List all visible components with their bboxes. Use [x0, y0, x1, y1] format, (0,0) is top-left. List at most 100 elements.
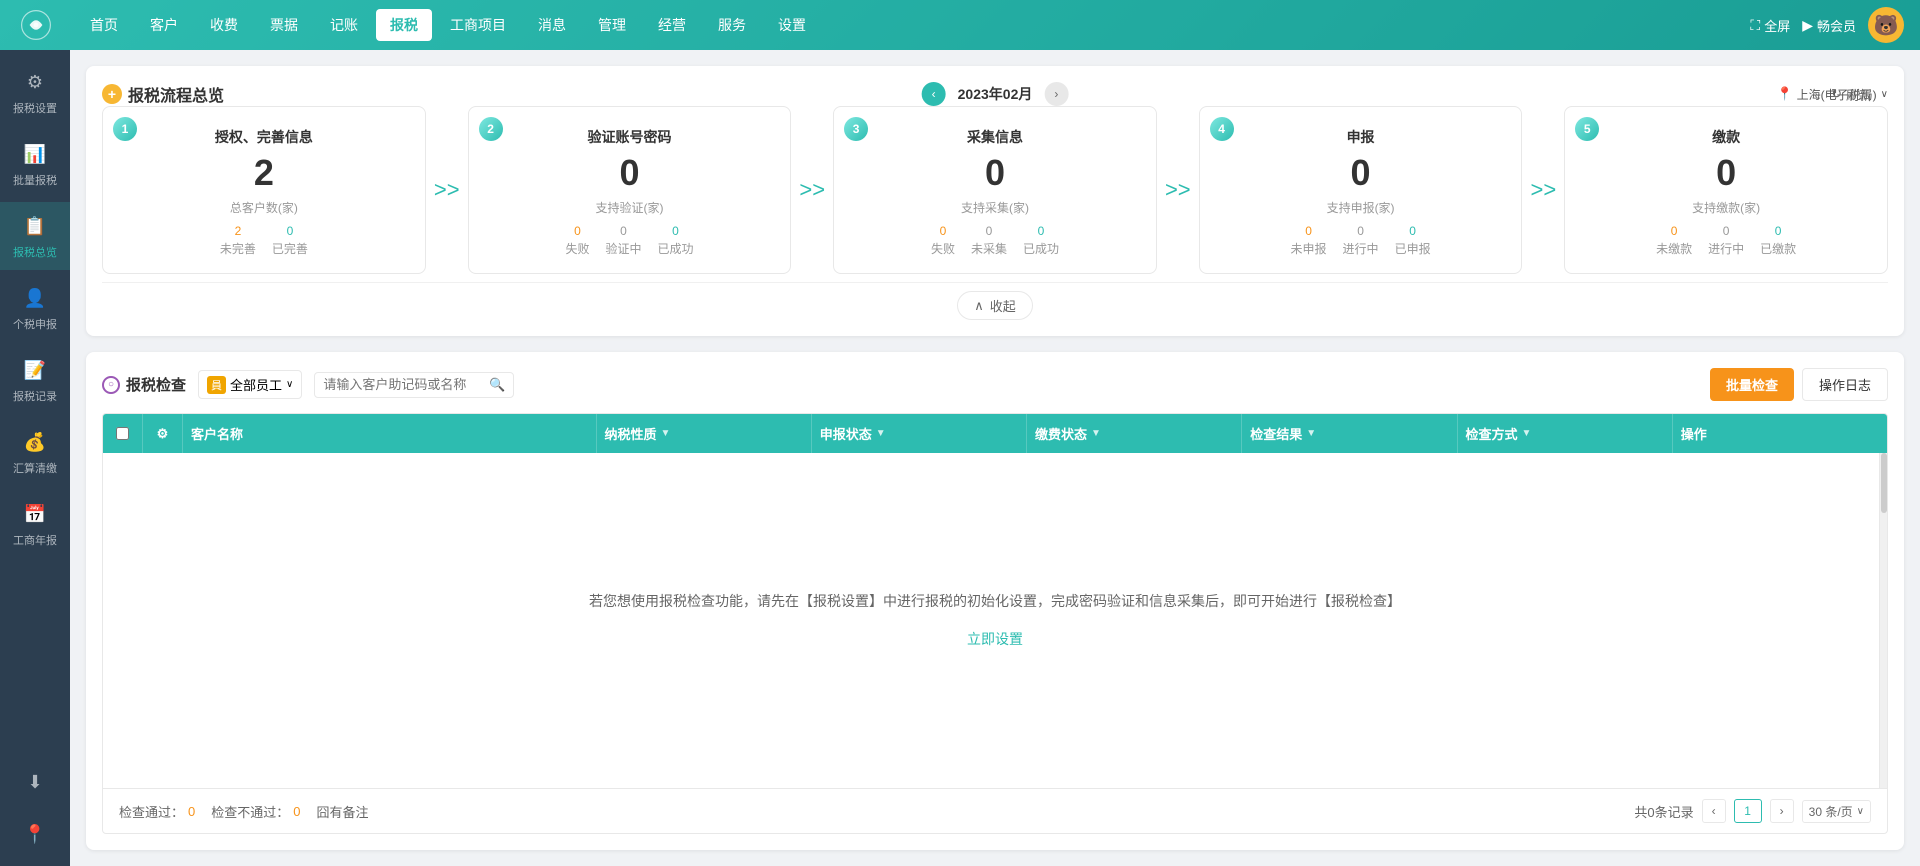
nav-item-manage[interactable]: 管理	[584, 9, 640, 41]
nav-item-service[interactable]: 服务	[704, 9, 760, 41]
filter-icon-method[interactable]: ▼	[1522, 428, 1532, 439]
sidebar-item-tax-overview[interactable]: 📋 报税总览	[0, 202, 70, 270]
collapse-button[interactable]: ∧ 收起	[957, 291, 1033, 320]
sidebar-item-tax-record[interactable]: 📝 报税记录	[0, 346, 70, 414]
fail-count[interactable]: 0	[293, 804, 300, 819]
prev-month-button[interactable]: ‹	[922, 82, 946, 106]
nav-item-bookkeeping[interactable]: 记账	[316, 9, 372, 41]
nav-item-operation[interactable]: 经营	[644, 9, 700, 41]
nav-item-tax[interactable]: 报税	[376, 9, 432, 41]
nav-item-client[interactable]: 客户	[136, 9, 192, 41]
pass-label: 检查通过：	[119, 802, 184, 821]
fail-stat: 检查不通过： 0	[211, 802, 300, 821]
tax-overview-icon: 📋	[21, 212, 49, 240]
download-icon: ⬇	[21, 768, 49, 796]
step-detail-3-2: 0 已成功	[1023, 224, 1059, 257]
step-detail-4-0: 0 未申报	[1291, 224, 1327, 257]
step-count-4: 0	[1351, 155, 1371, 191]
detail-num-3-1: 0	[986, 224, 993, 238]
step-detail-2-2: 0 已成功	[657, 224, 693, 257]
per-page-selector[interactable]: 30 条/页 ∨	[1802, 800, 1871, 823]
total-records: 共0条记录	[1634, 802, 1693, 821]
th-name-text: 客户名称	[191, 424, 243, 443]
chevron-down-icon-filter: ∨	[286, 379, 293, 390]
filter-icon-result[interactable]: ▼	[1306, 428, 1316, 439]
nav-item-home[interactable]: 首页	[76, 9, 132, 41]
th-checkbox[interactable]	[103, 414, 143, 453]
step-detail-3-0: 0 失败	[931, 224, 955, 257]
step-detail-5-1: 0 进行中	[1708, 224, 1744, 257]
annual-report-icon: 📅	[21, 500, 49, 528]
step-card-3: 3 采集信息 0 支持采集(家) 0 失败 0 未采集	[833, 106, 1157, 274]
sidebar-item-download[interactable]: ⬇	[0, 758, 70, 806]
next-month-button[interactable]: ›	[1044, 82, 1068, 106]
batch-check-button[interactable]: 批量检查	[1710, 368, 1794, 401]
detail-label-4-1: 进行中	[1343, 240, 1379, 257]
main-layout: ⚙ 报税设置 📊 批量报税 📋 报税总览 👤 个税申报 📝 报税记录 💰 汇算清…	[0, 50, 1920, 866]
detail-num-2-2: 0	[672, 224, 679, 238]
detail-label-5-0: 未缴款	[1656, 240, 1692, 257]
personal-tax-icon: 👤	[21, 284, 49, 312]
employee-filter-dropdown[interactable]: 員 全部员工 ∨	[198, 370, 302, 399]
setup-link[interactable]: 立即设置	[967, 627, 1023, 652]
plus-icon: +	[102, 84, 122, 104]
search-icon[interactable]: 🔍	[489, 377, 505, 393]
month-navigation: ‹ 2023年02月 ›	[922, 82, 1069, 106]
sidebar-item-batch-tax[interactable]: 📊 批量报税	[0, 130, 70, 198]
sidebar-label-tax-record: 报税记录	[13, 388, 57, 404]
collapse-icon: ∧	[974, 298, 984, 314]
sidebar-item-personal-tax[interactable]: 👤 个税申报	[0, 274, 70, 342]
operation-log-button[interactable]: 操作日志	[1802, 368, 1888, 401]
step-number-3: 3	[844, 117, 868, 141]
footer-pagination: 共0条记录 ‹ 1 › 30 条/页 ∨	[1634, 799, 1871, 823]
prev-page-button[interactable]: ‹	[1702, 799, 1726, 823]
filter-icon-tax[interactable]: ▼	[661, 428, 671, 439]
sidebar-item-clearing[interactable]: 💰 汇算清缴	[0, 418, 70, 486]
step-sub-3: 支持采集(家)	[961, 199, 1029, 216]
pass-count[interactable]: 0	[188, 804, 195, 819]
step-card-1: 1 授权、完善信息 2 总客户数(家) 2 未完善 0 已完善	[102, 106, 426, 274]
detail-label-4-2: 已申报	[1395, 240, 1431, 257]
sidebar-label-personal-tax: 个税申报	[13, 316, 57, 332]
fullscreen-icon: ⛶	[1750, 17, 1760, 34]
chevron-down-perpage: ∨	[1857, 806, 1864, 817]
vip-button[interactable]: ▶ 畅会员	[1802, 16, 1856, 35]
step-number-4: 4	[1210, 117, 1234, 141]
step-title-4: 申报	[1347, 127, 1375, 147]
nav-item-invoice[interactable]: 票据	[256, 9, 312, 41]
detail-num-1-0: 2	[235, 224, 242, 238]
taxcheck-title: ○ 报税检查	[102, 374, 186, 395]
table-scrollbar[interactable]	[1879, 453, 1887, 788]
next-page-button[interactable]: ›	[1770, 799, 1794, 823]
detail-num-4-1: 0	[1357, 224, 1364, 238]
user-avatar[interactable]: 🐻	[1868, 7, 1904, 43]
sidebar-item-tax-settings[interactable]: ⚙ 报税设置	[0, 58, 70, 126]
select-all-checkbox[interactable]	[116, 427, 129, 440]
location-icon-tag: 📍	[1776, 86, 1792, 102]
app-logo[interactable]	[16, 5, 56, 45]
step-detail-1-0: 2 未完善	[220, 224, 256, 257]
sidebar-item-annual-report[interactable]: 📅 工商年报	[0, 490, 70, 558]
nav-item-business[interactable]: 工商项目	[436, 9, 520, 41]
nav-item-fee[interactable]: 收费	[196, 9, 252, 41]
nav-item-settings[interactable]: 设置	[764, 9, 820, 41]
detail-num-4-0: 0	[1305, 224, 1312, 238]
step-details-3: 0 失败 0 未采集 0 已成功	[931, 224, 1059, 257]
detail-label-3-2: 已成功	[1023, 240, 1059, 257]
search-input[interactable]	[323, 377, 483, 392]
detail-num-4-2: 0	[1409, 224, 1416, 238]
th-gear[interactable]: ⚙	[143, 414, 183, 453]
clearing-icon: 💰	[21, 428, 49, 456]
filter-icon-status[interactable]: ▼	[876, 428, 886, 439]
sidebar-item-location[interactable]: 📍	[0, 810, 70, 858]
th-check-result: 检查结果 ▼	[1242, 414, 1457, 453]
vip-label: 畅会员	[1817, 16, 1856, 35]
employee-icon: 員	[207, 376, 226, 394]
fullscreen-button[interactable]: ⛶ 全屏	[1750, 16, 1790, 35]
batch-tax-icon: 📊	[21, 140, 49, 168]
filter-icon-pay[interactable]: ▼	[1091, 428, 1101, 439]
refresh-button[interactable]: ↻ 刷新	[1831, 85, 1872, 104]
per-page-label: 30 条/页	[1809, 803, 1853, 820]
nav-item-message[interactable]: 消息	[524, 9, 580, 41]
step-details-1: 2 未完善 0 已完善	[220, 224, 308, 257]
